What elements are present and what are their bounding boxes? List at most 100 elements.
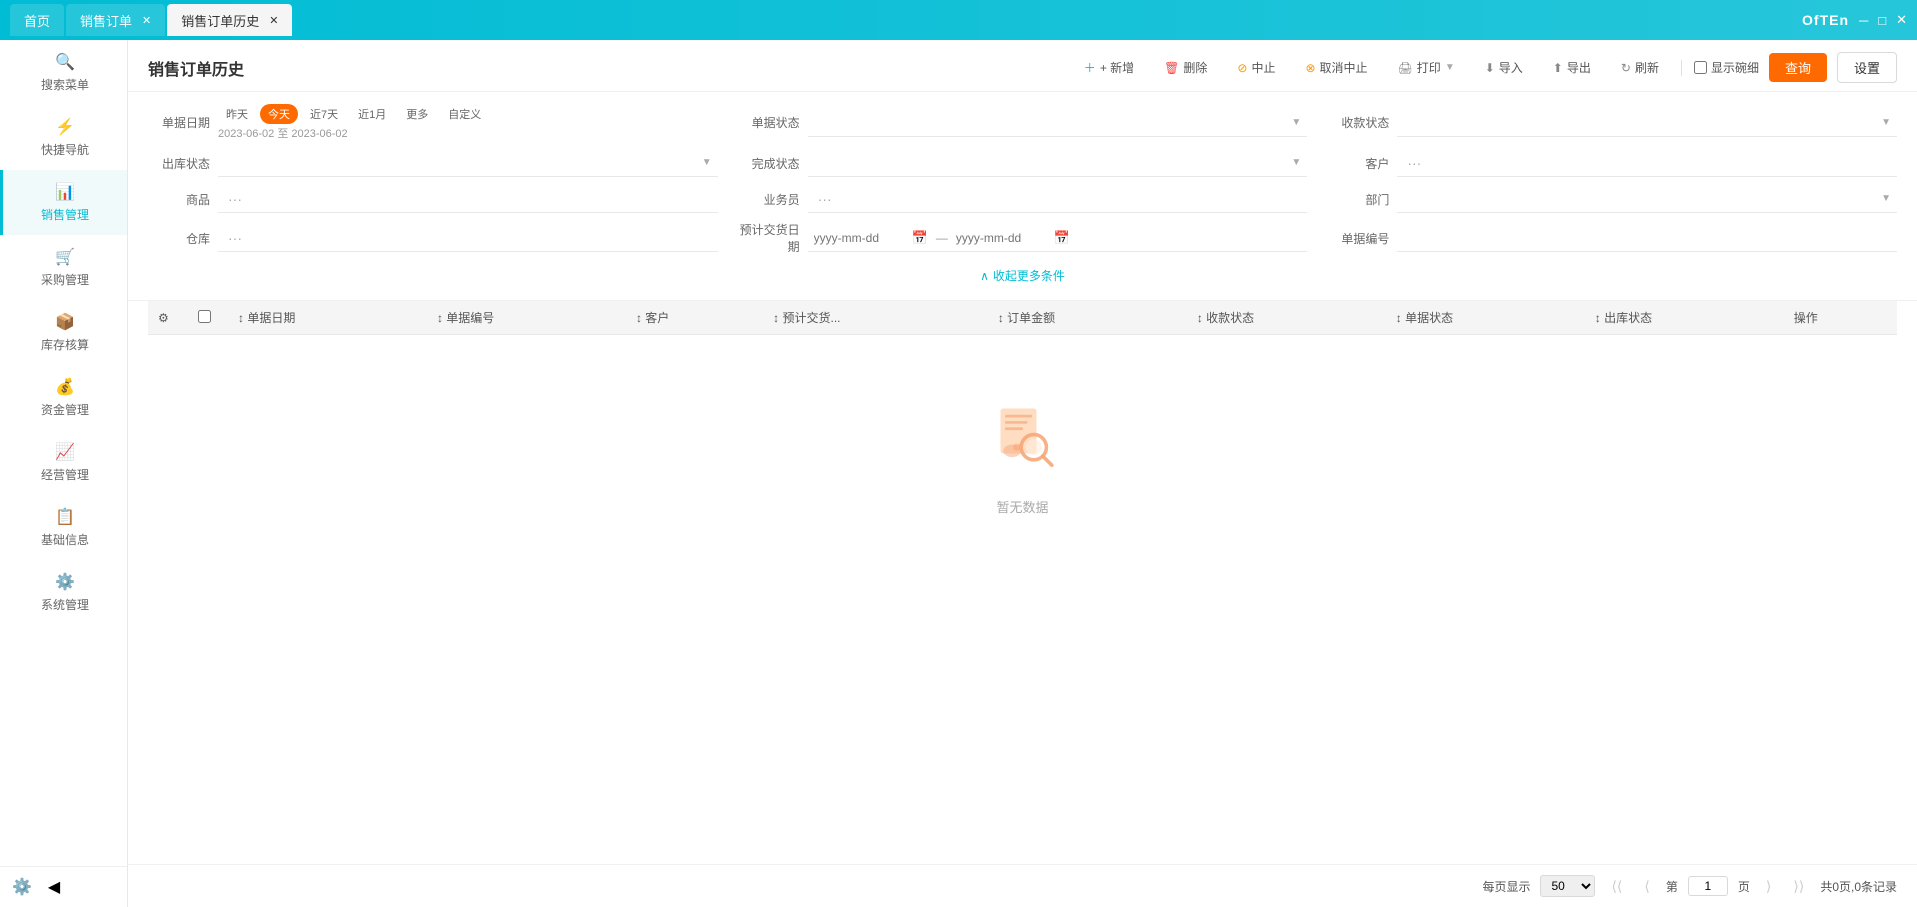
new-label: + 新增 [1100, 59, 1134, 76]
th-order-no[interactable]: ↕ 单据编号 [427, 301, 626, 335]
table-area: ⚙ ↕ 单据日期 ↕ 单据编号 ↕ 客户 ↕ 预计交货... ↕ 订单金额 ↕ … [128, 301, 1917, 864]
empty-illustration [978, 395, 1068, 485]
table-head: ⚙ ↕ 单据日期 ↕ 单据编号 ↕ 客户 ↕ 预计交货... ↕ 订单金额 ↕ … [148, 301, 1897, 335]
sidebar-item-operation[interactable]: 📈 经营管理 [0, 430, 127, 495]
th-amount[interactable]: ↕ 订单金额 [988, 301, 1187, 335]
out-status-control[interactable]: ▼ [218, 149, 718, 177]
delivery-date-from-input[interactable] [814, 231, 904, 245]
filter-row-4: 仓库 ··· 预计交货日期 📅 — 📅 单据编号 [148, 221, 1897, 255]
warehouse-ellipsis[interactable]: ··· [228, 230, 242, 246]
date-tag-custom[interactable]: 自定义 [440, 104, 489, 124]
date-tag-yesterday[interactable]: 昨天 [218, 104, 256, 124]
date-label: 单据日期 [148, 114, 218, 131]
per-page-select[interactable]: 50 100 200 [1540, 875, 1595, 897]
sidebar-item-finance-label: 资金管理 [41, 401, 89, 418]
collapse-btn[interactable]: ∧ 收起更多条件 [148, 263, 1897, 288]
page-input[interactable] [1688, 876, 1728, 896]
date-tag-more[interactable]: 更多 [398, 104, 436, 124]
calendar-icon-to[interactable]: 📅 [1054, 230, 1070, 246]
page-title: 销售订单历史 [148, 56, 1064, 80]
th-settings[interactable]: ⚙ [148, 301, 188, 335]
tab-sales-order-history-close[interactable]: ✕ [269, 14, 278, 27]
tab-sales-order-label: 销售订单 [80, 11, 132, 30]
cancel-stop-button[interactable]: ⊗ 取消中止 [1295, 55, 1377, 80]
display-cols-input[interactable] [1694, 61, 1707, 74]
dept-arrow: ▼ [1881, 193, 1891, 204]
quick-nav-icon: ⚡ [55, 117, 75, 137]
sidebar-settings-icon[interactable]: ⚙️ [12, 877, 32, 897]
sidebar-item-purchase-label: 采购管理 [41, 271, 89, 288]
complete-status-control[interactable]: ▼ [808, 149, 1308, 177]
query-button[interactable]: 查询 [1769, 53, 1827, 82]
settings-button[interactable]: 设置 [1837, 52, 1897, 83]
complete-status-label: 完成状态 [738, 155, 808, 172]
delivery-date-to-input[interactable] [956, 231, 1046, 245]
filter-out-status: 出库状态 ▼ [148, 149, 718, 177]
date-tag-7days[interactable]: 近7天 [302, 104, 346, 124]
goods-ellipsis[interactable]: ··· [228, 191, 242, 207]
sidebar-item-search-menu[interactable]: 🔍 搜索菜单 [0, 40, 127, 105]
tab-sales-order-history[interactable]: 销售订单历史 ✕ [167, 4, 292, 36]
sidebar-collapse-icon[interactable]: ◀ [48, 877, 60, 897]
tab-home-label: 首页 [24, 11, 50, 30]
sidebar-item-purchase[interactable]: 🛒 采购管理 [0, 235, 127, 300]
dept-control[interactable]: ▼ [1397, 185, 1897, 213]
th-order-status[interactable]: ↕ 单据状态 [1386, 301, 1585, 335]
filter-row-2: 出库状态 ▼ 完成状态 ▼ 客户 ··· [148, 149, 1897, 177]
customer-ellipsis[interactable]: ··· [1407, 155, 1421, 171]
sidebar-item-inventory[interactable]: 📦 库存核算 [0, 300, 127, 365]
tab-home[interactable]: 首页 [10, 4, 64, 36]
refresh-label: 刷新 [1635, 59, 1659, 76]
sidebar-item-quick-nav[interactable]: ⚡ 快捷导航 [0, 105, 127, 170]
sidebar-item-basic[interactable]: 📋 基础信息 [0, 495, 127, 560]
window-maximize[interactable]: □ [1878, 13, 1886, 28]
salesman-control[interactable]: ··· [808, 185, 1308, 213]
order-status-control[interactable]: ▼ [808, 109, 1308, 137]
date-tag-today[interactable]: 今天 [260, 104, 298, 124]
filter-date: 单据日期 昨天 今天 近7天 近1月 更多 自定义 2023-06-02 至 2… [148, 104, 718, 141]
next-page-btn[interactable]: ⟩ [1760, 876, 1777, 897]
last-page-btn[interactable]: ⟩⟩ [1787, 876, 1810, 897]
print-button[interactable]: 🖨 打印 ▼ [1388, 55, 1465, 80]
th-date[interactable]: ↕ 单据日期 [228, 301, 427, 335]
new-button[interactable]: ＋ + 新增 [1074, 55, 1144, 80]
sidebar-item-search-menu-label: 搜索菜单 [41, 76, 89, 93]
filter-complete-status: 完成状态 ▼ [738, 149, 1308, 177]
first-page-btn[interactable]: ⟨⟨ [1605, 876, 1628, 897]
th-customer[interactable]: ↕ 客户 [626, 301, 763, 335]
th-pay-status[interactable]: ↕ 收款状态 [1187, 301, 1386, 335]
customer-control[interactable]: ··· [1397, 149, 1897, 177]
th-out-status[interactable]: ↕ 出库状态 [1585, 301, 1784, 335]
out-status-label: 出库状态 [148, 155, 218, 172]
sidebar-item-sales[interactable]: 📊 销售管理 [0, 170, 127, 235]
select-all-checkbox[interactable] [198, 310, 211, 323]
collapse-arrow-icon: ∧ [980, 269, 989, 283]
calendar-icon-from[interactable]: 📅 [912, 230, 928, 246]
window-minimize[interactable]: ─ [1859, 13, 1868, 28]
empty-state: 暂无数据 [148, 335, 1897, 576]
display-cols-checkbox[interactable]: 显示碗细 [1694, 59, 1759, 76]
order-no-control[interactable] [1397, 224, 1897, 252]
window-close[interactable]: ✕ [1896, 12, 1907, 28]
stop-button[interactable]: ⊘ 中止 [1227, 55, 1285, 80]
delete-button[interactable]: 🗑 删除 [1154, 55, 1217, 80]
warehouse-control[interactable]: ··· [218, 224, 718, 252]
import-button[interactable]: ⬇ 导入 [1475, 55, 1533, 80]
date-tag-1month[interactable]: 近1月 [350, 104, 394, 124]
sidebar-item-finance[interactable]: 💰 资金管理 [0, 365, 127, 430]
goods-control[interactable]: ··· [218, 185, 718, 213]
export-button[interactable]: ⬆ 导出 [1543, 55, 1601, 80]
tab-sales-order[interactable]: 销售订单 ✕ [66, 4, 165, 36]
th-delivery-date[interactable]: ↕ 预计交货... [763, 301, 988, 335]
collapse-label: 收起更多条件 [993, 267, 1065, 284]
delete-icon: 🗑 [1164, 61, 1179, 75]
delivery-date-control[interactable]: 📅 — 📅 [808, 224, 1308, 252]
refresh-button[interactable]: ↻ 刷新 [1611, 55, 1669, 80]
salesman-ellipsis[interactable]: ··· [818, 191, 832, 207]
tab-sales-order-close[interactable]: ✕ [142, 14, 151, 27]
prev-page-btn[interactable]: ⟨ [1638, 876, 1655, 897]
pay-status-control[interactable]: ▼ [1397, 109, 1897, 137]
main-content: 销售订单历史 ＋ + 新增 🗑 删除 ⊘ 中止 ⊗ 取消中止 🖨 打印 ▼ [128, 40, 1917, 907]
sidebar-item-sales-label: 销售管理 [41, 206, 89, 223]
sidebar-item-system[interactable]: ⚙️ 系统管理 [0, 560, 127, 625]
